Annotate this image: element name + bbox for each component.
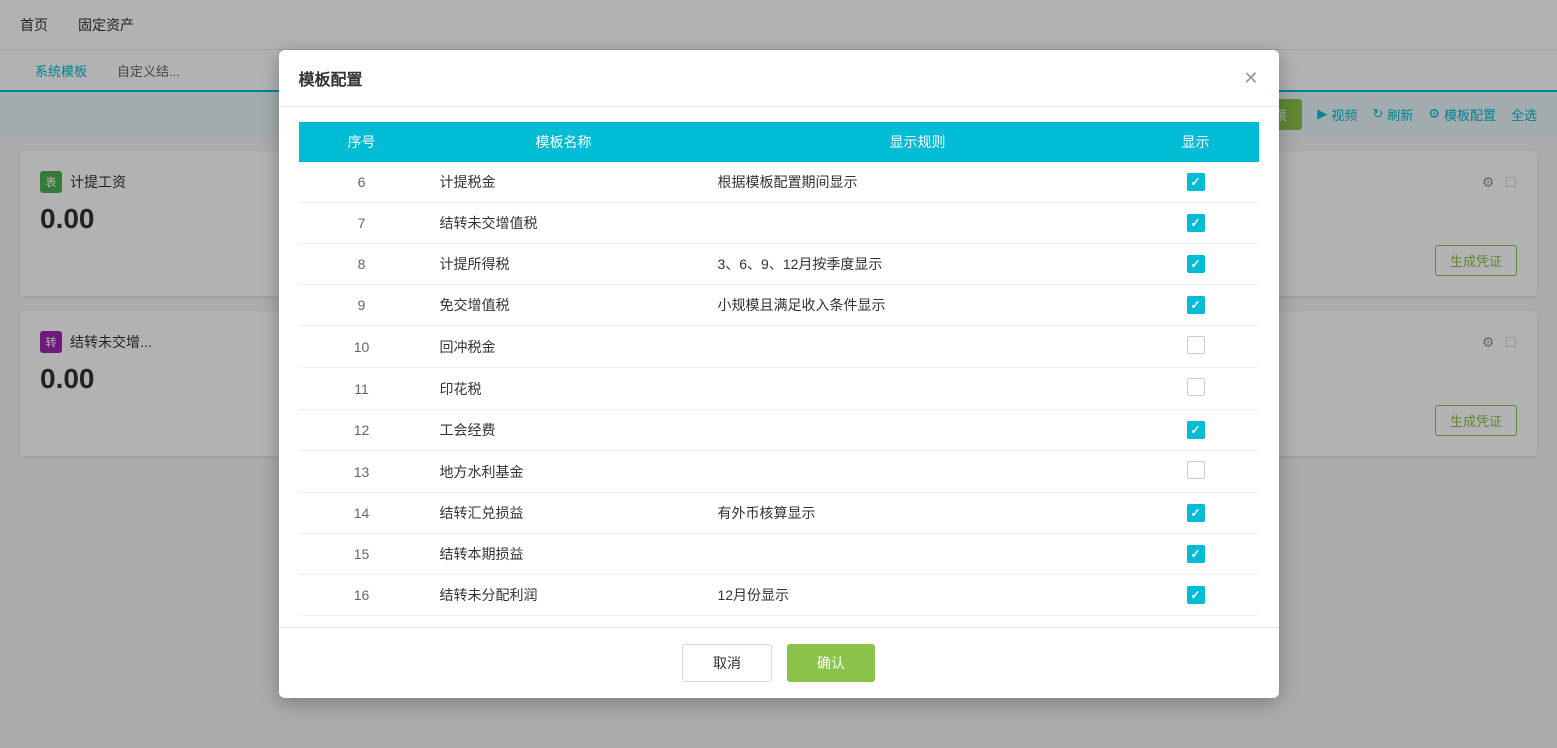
- table-row: 16结转未分配利润12月份显示: [299, 575, 1259, 616]
- col-header-name: 模板名称: [424, 122, 702, 162]
- row-name-6: 工会经费: [424, 410, 702, 451]
- checkbox-4[interactable]: [1187, 336, 1205, 354]
- checkbox-8[interactable]: [1187, 504, 1205, 522]
- row-rule-2: 3、6、9、12月按季度显示: [702, 244, 1132, 285]
- row-rule-8: 有外币核算显示: [702, 493, 1132, 534]
- row-check-0[interactable]: [1133, 162, 1259, 203]
- row-id-9: 15: [299, 534, 425, 575]
- table-row: 9免交增值税小规模且满足收入条件显示: [299, 285, 1259, 326]
- table-row: 10回冲税金: [299, 326, 1259, 368]
- table-row: 12工会经费: [299, 410, 1259, 451]
- row-rule-7: [702, 451, 1132, 493]
- row-id-2: 8: [299, 244, 425, 285]
- confirm-button[interactable]: 确认: [787, 644, 875, 682]
- row-check-4[interactable]: [1133, 326, 1259, 368]
- row-name-10: 结转未分配利润: [424, 575, 702, 616]
- checkbox-0[interactable]: [1187, 173, 1205, 191]
- row-rule-5: [702, 368, 1132, 410]
- table-row: 14结转汇兑损益有外币核算显示: [299, 493, 1259, 534]
- row-check-9[interactable]: [1133, 534, 1259, 575]
- row-rule-1: [702, 203, 1132, 244]
- checkbox-2[interactable]: [1187, 255, 1205, 273]
- config-table: 序号 模板名称 显示规则 显示 6计提税金根据模板配置期间显示7结转未交增值税8…: [299, 122, 1259, 616]
- row-check-10[interactable]: [1133, 575, 1259, 616]
- row-check-7[interactable]: [1133, 451, 1259, 493]
- row-check-5[interactable]: [1133, 368, 1259, 410]
- checkbox-10[interactable]: [1187, 586, 1205, 604]
- table-row: 6计提税金根据模板配置期间显示: [299, 162, 1259, 203]
- table-row: 15结转本期损益: [299, 534, 1259, 575]
- table-row: 13地方水利基金: [299, 451, 1259, 493]
- row-name-5: 印花税: [424, 368, 702, 410]
- col-header-id: 序号: [299, 122, 425, 162]
- modal-close-button[interactable]: ✕: [1243, 69, 1258, 87]
- modal-body: 序号 模板名称 显示规则 显示 6计提税金根据模板配置期间显示7结转未交增值税8…: [279, 107, 1279, 627]
- row-rule-0: 根据模板配置期间显示: [702, 162, 1132, 203]
- row-id-3: 9: [299, 285, 425, 326]
- row-rule-10: 12月份显示: [702, 575, 1132, 616]
- row-id-8: 14: [299, 493, 425, 534]
- row-rule-3: 小规模且满足收入条件显示: [702, 285, 1132, 326]
- col-header-show: 显示: [1133, 122, 1259, 162]
- row-name-2: 计提所得税: [424, 244, 702, 285]
- row-rule-6: [702, 410, 1132, 451]
- modal-template-config: 模板配置 ✕ 序号 模板名称 显示规则 显示 6计提税金根据模板配置期间显示7结…: [279, 50, 1279, 698]
- checkbox-3[interactable]: [1187, 296, 1205, 314]
- row-name-4: 回冲税金: [424, 326, 702, 368]
- row-id-6: 12: [299, 410, 425, 451]
- checkbox-9[interactable]: [1187, 545, 1205, 563]
- table-row: 11印花税: [299, 368, 1259, 410]
- row-name-7: 地方水利基金: [424, 451, 702, 493]
- row-id-7: 13: [299, 451, 425, 493]
- row-check-8[interactable]: [1133, 493, 1259, 534]
- row-rule-4: [702, 326, 1132, 368]
- row-name-1: 结转未交增值税: [424, 203, 702, 244]
- table-row: 8计提所得税3、6、9、12月按季度显示: [299, 244, 1259, 285]
- modal-title: 模板配置: [299, 66, 363, 90]
- row-name-3: 免交增值税: [424, 285, 702, 326]
- checkbox-6[interactable]: [1187, 421, 1205, 439]
- table-row: 7结转未交增值税: [299, 203, 1259, 244]
- row-rule-9: [702, 534, 1132, 575]
- col-header-rule: 显示规则: [702, 122, 1132, 162]
- row-id-0: 6: [299, 162, 425, 203]
- row-id-1: 7: [299, 203, 425, 244]
- row-check-3[interactable]: [1133, 285, 1259, 326]
- row-id-4: 10: [299, 326, 425, 368]
- row-check-6[interactable]: [1133, 410, 1259, 451]
- cancel-button[interactable]: 取消: [682, 644, 772, 682]
- checkbox-7[interactable]: [1187, 461, 1205, 479]
- row-id-5: 11: [299, 368, 425, 410]
- checkbox-1[interactable]: [1187, 214, 1205, 232]
- row-check-2[interactable]: [1133, 244, 1259, 285]
- modal-overlay: 模板配置 ✕ 序号 模板名称 显示规则 显示 6计提税金根据模板配置期间显示7结…: [0, 0, 1557, 748]
- row-name-8: 结转汇兑损益: [424, 493, 702, 534]
- checkbox-5[interactable]: [1187, 378, 1205, 396]
- row-name-9: 结转本期损益: [424, 534, 702, 575]
- row-name-0: 计提税金: [424, 162, 702, 203]
- row-check-1[interactable]: [1133, 203, 1259, 244]
- row-id-10: 16: [299, 575, 425, 616]
